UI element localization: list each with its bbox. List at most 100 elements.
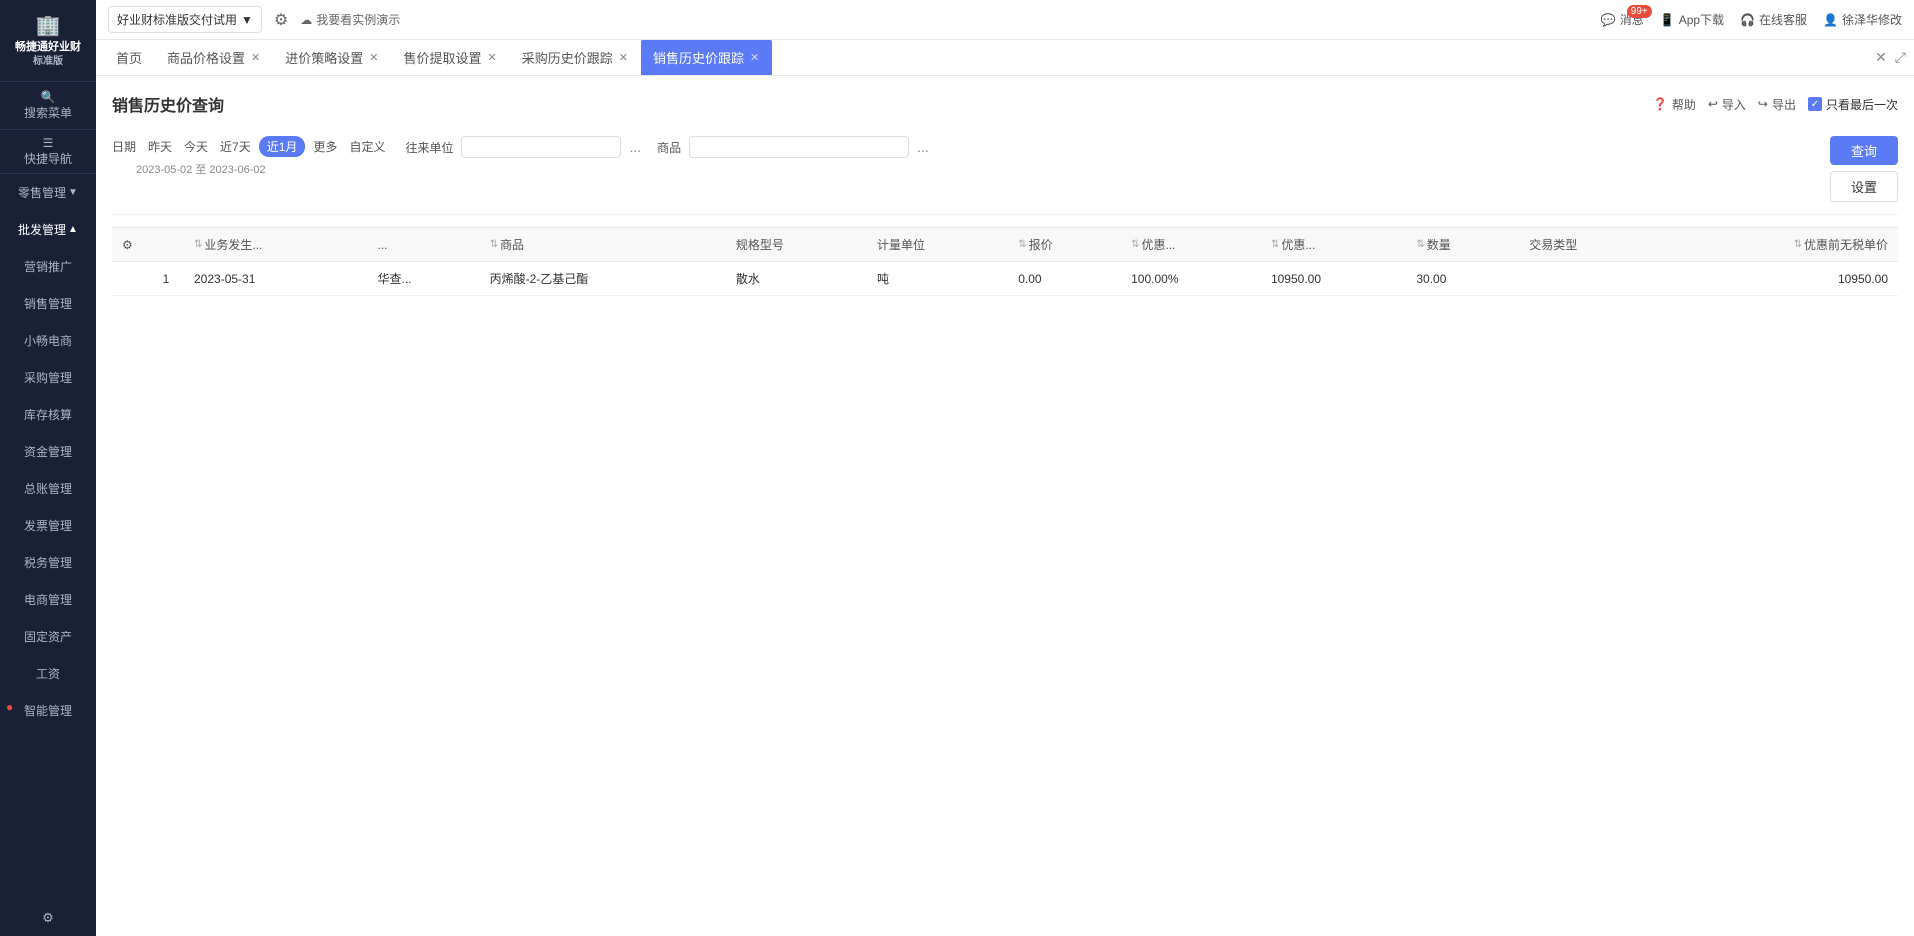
dropdown-arrow-icon: ▼	[241, 13, 253, 27]
col-trade-type: 交易类型	[1519, 228, 1660, 262]
sidebar: 🏢 畅捷通好业财 标准版 🔍 搜索菜单 ☰ 快捷导航 零售管理 ▼ 批发管理 ▲…	[0, 0, 96, 936]
sidebar-item-ecommerce-small[interactable]: 小畅电商	[0, 322, 96, 359]
supplier-input[interactable]	[461, 136, 621, 158]
nav-label: 快捷导航	[0, 150, 96, 167]
tab-bar: 首页 商品价格设置 ✕ 进价策略设置 ✕ 售价提取设置 ✕ 采购历史价跟踪 ✕ …	[96, 40, 1914, 76]
sidebar-item-invoice[interactable]: 发票管理	[0, 507, 96, 544]
sidebar-item-finance[interactable]: 资金管理	[0, 433, 96, 470]
tab-home[interactable]: 首页	[104, 40, 155, 76]
sidebar-item-fixed-assets[interactable]: 固定资产	[0, 618, 96, 655]
only-last-checkbox[interactable]: ✓ 只看最后一次	[1808, 96, 1898, 113]
app-download-button[interactable]: 📱 App下载	[1660, 11, 1724, 28]
retail-label: 零售管理	[18, 184, 66, 201]
topbar-settings-button[interactable]: ⚙	[274, 10, 288, 30]
price-label: 报价	[1029, 236, 1053, 253]
help-button[interactable]: ❓ 帮助	[1653, 96, 1696, 113]
sidebar-item-sales[interactable]: 销售管理	[0, 285, 96, 322]
row-pretax-price-cell: 10950.00	[1660, 262, 1898, 296]
product-dots-button[interactable]: ...	[917, 139, 929, 155]
tab-price-extract[interactable]: 售价提取设置 ✕	[391, 40, 509, 76]
sidebar-item-smart[interactable]: ● 智能管理	[0, 692, 96, 729]
tab-product-price[interactable]: 商品价格设置 ✕	[155, 40, 273, 76]
sidebar-item-accounting[interactable]: 总账管理	[0, 470, 96, 507]
date-last7[interactable]: 近7天	[216, 136, 255, 157]
filter-area: 日期 昨天 今天 近7天 近1月 更多 自定义 2023-05-02 至 202…	[112, 128, 1898, 215]
message-icon: 💬	[1601, 13, 1616, 27]
col-more[interactable]: ...	[367, 228, 479, 262]
import-button[interactable]: ↩ 导入	[1708, 96, 1746, 113]
col-discount-pct[interactable]: ⇅ 优惠...	[1121, 228, 1261, 262]
supplier-label: 往来单位	[405, 139, 453, 156]
export-button[interactable]: ↪ 导出	[1758, 96, 1796, 113]
product-input[interactable]	[689, 136, 909, 158]
sidebar-item-marketing[interactable]: 营销推广	[0, 248, 96, 285]
sidebar-item-wholesale[interactable]: 批发管理 ▲	[0, 211, 96, 248]
tab-product-price-close[interactable]: ✕	[251, 51, 260, 64]
date-custom[interactable]: 自定义	[345, 136, 389, 157]
export-icon: ↪	[1758, 97, 1768, 111]
tab-purchase-history[interactable]: 采购历史价跟踪 ✕	[510, 40, 641, 76]
col-pretax-price[interactable]: ⇅ 优惠前无税单价	[1660, 228, 1898, 262]
help-label: 帮助	[1672, 96, 1696, 113]
tab-purchase-history-close[interactable]: ✕	[619, 51, 628, 64]
tab-price-strategy-close[interactable]: ✕	[369, 51, 378, 64]
supplier-dots-button[interactable]: ...	[629, 139, 641, 155]
sidebar-item-purchase[interactable]: 采购管理	[0, 359, 96, 396]
online-service-label: 在线客服	[1759, 11, 1807, 28]
product-col-label: 商品	[500, 236, 524, 253]
pretax-label: 优惠前无税单价	[1804, 236, 1888, 253]
sidebar-search[interactable]: 🔍 搜索菜单	[0, 82, 96, 130]
col-seq	[148, 228, 184, 262]
qty-sort-icon: ⇅	[1416, 239, 1424, 250]
date-filter-row: 日期 昨天 今天 近7天 近1月 更多 自定义	[112, 136, 389, 157]
spec-label: 规格型号	[736, 238, 784, 252]
page-actions: ❓ 帮助 ↩ 导入 ↪ 导出 ✓ 只看最后一次	[1653, 96, 1898, 113]
sidebar-item-ecommerce[interactable]: 电商管理	[0, 581, 96, 618]
sort-asc-icon: ⇅	[194, 239, 202, 250]
retail-arrow-icon: ▼	[68, 187, 78, 198]
sidebar-settings-button[interactable]: ⚙	[0, 900, 96, 936]
maximize-window-button[interactable]: ⤢	[1895, 49, 1906, 66]
col-qty[interactable]: ⇅ 数量	[1406, 228, 1519, 262]
unit-label: 计量单位	[877, 238, 925, 252]
col-discount-amt[interactable]: ⇅ 优惠...	[1261, 228, 1406, 262]
wholesale-label: 批发管理	[18, 221, 66, 238]
sidebar-quick-nav[interactable]: ☰ 快捷导航	[0, 130, 96, 174]
smart-label: 智能管理	[24, 704, 72, 718]
tab-price-strategy[interactable]: 进价策略设置 ✕	[273, 40, 391, 76]
date-more[interactable]: 更多	[309, 136, 341, 157]
tab-sales-history[interactable]: 销售历史价跟踪 ✕	[641, 40, 772, 76]
demo-button[interactable]: ☁ 我要看实例演示	[300, 11, 400, 28]
user-profile-button[interactable]: 👤 徐泽华修改	[1823, 11, 1902, 28]
product-sort-icon: ⇅	[490, 239, 498, 250]
tab-price-extract-close[interactable]: ✕	[488, 51, 497, 64]
version-dropdown[interactable]: 好业财标准版交付试用 ▼	[108, 6, 262, 33]
online-service-button[interactable]: 🎧 在线客服	[1740, 11, 1807, 28]
sidebar-item-tax[interactable]: 税务管理	[0, 544, 96, 581]
gear-icon[interactable]: ⚙	[122, 238, 133, 252]
col-biz-date[interactable]: ⇅ 业务发生...	[184, 228, 367, 262]
col-gear[interactable]: ⚙	[112, 228, 148, 262]
sidebar-item-retail[interactable]: 零售管理 ▼	[0, 174, 96, 211]
sidebar-item-inventory[interactable]: 库存核算	[0, 396, 96, 433]
date-last1month[interactable]: 近1月	[259, 136, 306, 157]
col-product[interactable]: ⇅ 商品	[480, 228, 726, 262]
col-price[interactable]: ⇅ 报价	[1008, 228, 1121, 262]
close-window-button[interactable]: ✕	[1875, 49, 1887, 66]
search-icon: 🔍	[8, 90, 88, 104]
user-name-label: 徐泽华修改	[1842, 11, 1902, 28]
settings-filter-button[interactable]: 设置	[1830, 171, 1898, 202]
smart-dot-icon: ●	[6, 700, 13, 714]
date-today[interactable]: 今天	[180, 136, 212, 157]
price-sort-icon: ⇅	[1018, 239, 1026, 250]
query-button[interactable]: 查询	[1830, 136, 1898, 165]
topbar-right: 💬 消息 99+ 📱 App下载 🎧 在线客服 👤 徐泽华修改	[1601, 11, 1902, 28]
date-yesterday[interactable]: 昨天	[144, 136, 176, 157]
date-range-display: 2023-05-02 至 2023-06-02	[136, 161, 389, 177]
sidebar-item-payroll[interactable]: 工资	[0, 655, 96, 692]
col-spec: 规格型号	[726, 228, 867, 262]
logo-icon: 🏢	[8, 12, 88, 40]
tab-sales-history-close[interactable]: ✕	[750, 51, 759, 64]
message-button[interactable]: 💬 消息 99+	[1601, 11, 1644, 28]
discount-pct-sort-icon: ⇅	[1131, 239, 1139, 250]
